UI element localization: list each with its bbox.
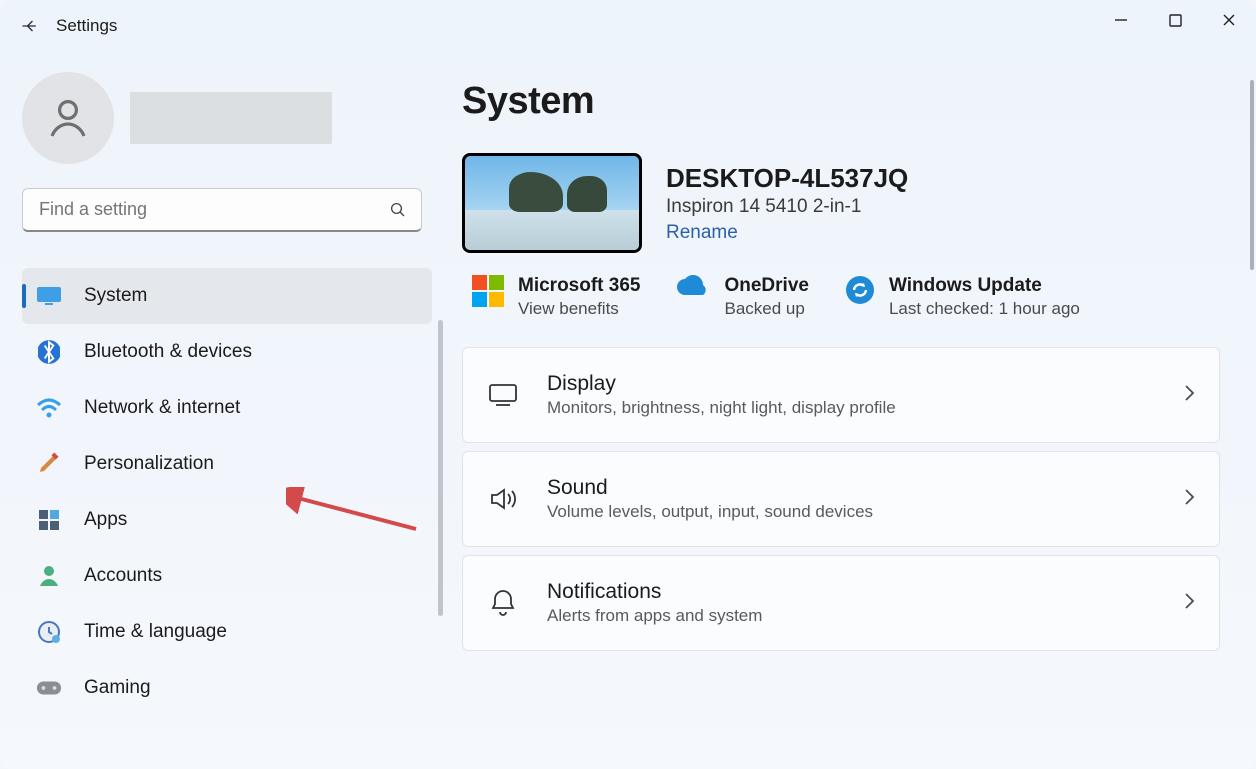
chevron-right-icon	[1183, 383, 1195, 408]
nav-list: System Bluetooth & devices Network & inter…	[22, 268, 432, 716]
settings-cards: DisplayMonitors, brightness, night light…	[462, 347, 1220, 651]
sidebar-item-personalization[interactable]: Personalization	[22, 436, 432, 492]
card-display[interactable]: DisplayMonitors, brightness, night light…	[462, 347, 1220, 443]
sidebar-item-time-language[interactable]: Time & language	[22, 604, 432, 660]
sidebar-item-bluetooth-devices[interactable]: Bluetooth & devices	[22, 324, 432, 380]
back-arrow-icon	[20, 16, 40, 36]
status-title: Windows Update	[889, 275, 1080, 297]
window-scrollbar[interactable]	[1250, 80, 1254, 270]
sidebar-item-label: Bluetooth & devices	[84, 341, 252, 363]
wifi-icon	[36, 395, 62, 421]
display-icon	[487, 379, 519, 411]
device-model: Inspiron 14 5410 2-in-1	[666, 196, 908, 218]
status-microsoft-[interactable]: Microsoft 365View benefits	[472, 275, 640, 319]
status-row: Microsoft 365View benefits OneDriveBacked…	[462, 275, 1220, 319]
status-subtitle: Backed up	[724, 299, 808, 319]
sidebar-item-label: System	[84, 285, 147, 307]
sidebar-item-system[interactable]: System	[22, 268, 432, 324]
page-title: System	[462, 80, 1220, 123]
update-icon	[845, 275, 875, 310]
sidebar-item-network-internet[interactable]: Network & internet	[22, 380, 432, 436]
maximize-icon	[1169, 14, 1182, 27]
gamepad-icon	[36, 675, 62, 701]
minimize-button[interactable]	[1094, 0, 1148, 40]
close-button[interactable]	[1202, 0, 1256, 40]
sidebar-item-label: Gaming	[84, 677, 151, 699]
card-subtitle: Volume levels, output, input, sound devi…	[547, 502, 873, 522]
search-icon	[389, 201, 407, 219]
back-button[interactable]	[8, 4, 52, 48]
status-subtitle: Last checked: 1 hour ago	[889, 299, 1080, 319]
sidebar-scrollbar[interactable]	[438, 320, 443, 616]
avatar	[22, 72, 114, 164]
status-subtitle: View benefits	[518, 299, 640, 319]
card-subtitle: Alerts from apps and system	[547, 606, 762, 626]
sidebar-item-accounts[interactable]: Accounts	[22, 548, 432, 604]
status-onedrive[interactable]: OneDriveBacked up	[676, 275, 808, 319]
card-title: Notifications	[547, 580, 762, 604]
sidebar-item-label: Personalization	[84, 453, 214, 475]
sidebar-item-label: Network & internet	[84, 397, 240, 419]
ms365-icon	[472, 275, 504, 307]
monitor-icon	[36, 283, 62, 309]
window-controls	[1094, 0, 1256, 40]
card-notifications[interactable]: NotificationsAlerts from apps and system	[462, 555, 1220, 651]
onedrive-icon	[676, 275, 710, 304]
sidebar-item-gaming[interactable]: Gaming	[22, 660, 432, 716]
bell-icon	[487, 587, 519, 619]
card-subtitle: Monitors, brightness, night light, displ…	[547, 398, 896, 418]
settings-window: Settings System Bluetooth & devices Networ…	[0, 0, 1256, 769]
person-icon	[36, 563, 62, 589]
clock-icon	[36, 619, 62, 645]
sidebar-item-label: Accounts	[84, 565, 162, 587]
sidebar-item-label: Apps	[84, 509, 127, 531]
rename-link[interactable]: Rename	[666, 222, 908, 244]
apps-icon	[36, 507, 62, 533]
search-box[interactable]	[22, 188, 422, 232]
minimize-icon	[1114, 13, 1128, 27]
card-sound[interactable]: SoundVolume levels, output, input, sound…	[462, 451, 1220, 547]
titlebar: Settings	[0, 0, 1256, 52]
close-icon	[1222, 13, 1236, 27]
person-icon	[44, 94, 92, 142]
chevron-right-icon	[1183, 487, 1195, 512]
brush-icon	[36, 451, 62, 477]
profile-block[interactable]	[22, 72, 432, 164]
sound-icon	[487, 483, 519, 515]
window-title: Settings	[56, 16, 117, 36]
maximize-button[interactable]	[1148, 0, 1202, 40]
device-summary: DESKTOP-4L537JQ Inspiron 14 5410 2-in-1 …	[462, 153, 1220, 253]
status-title: Microsoft 365	[518, 275, 640, 297]
status-windows-update[interactable]: Windows UpdateLast checked: 1 hour ago	[845, 275, 1080, 319]
user-name-redacted	[130, 92, 332, 144]
sidebar-item-label: Time & language	[84, 621, 227, 643]
card-title: Display	[547, 372, 896, 396]
sidebar-item-apps[interactable]: Apps	[22, 492, 432, 548]
device-name: DESKTOP-4L537JQ	[666, 163, 908, 194]
bluetooth-icon	[36, 339, 62, 365]
status-title: OneDrive	[724, 275, 808, 297]
card-title: Sound	[547, 476, 873, 500]
main-pane: System DESKTOP-4L537JQ Inspiron 14 5410 …	[450, 52, 1256, 769]
sidebar: System Bluetooth & devices Network & inter…	[0, 52, 450, 769]
search-input[interactable]	[37, 198, 389, 221]
desktop-thumbnail	[462, 153, 642, 253]
chevron-right-icon	[1183, 591, 1195, 616]
